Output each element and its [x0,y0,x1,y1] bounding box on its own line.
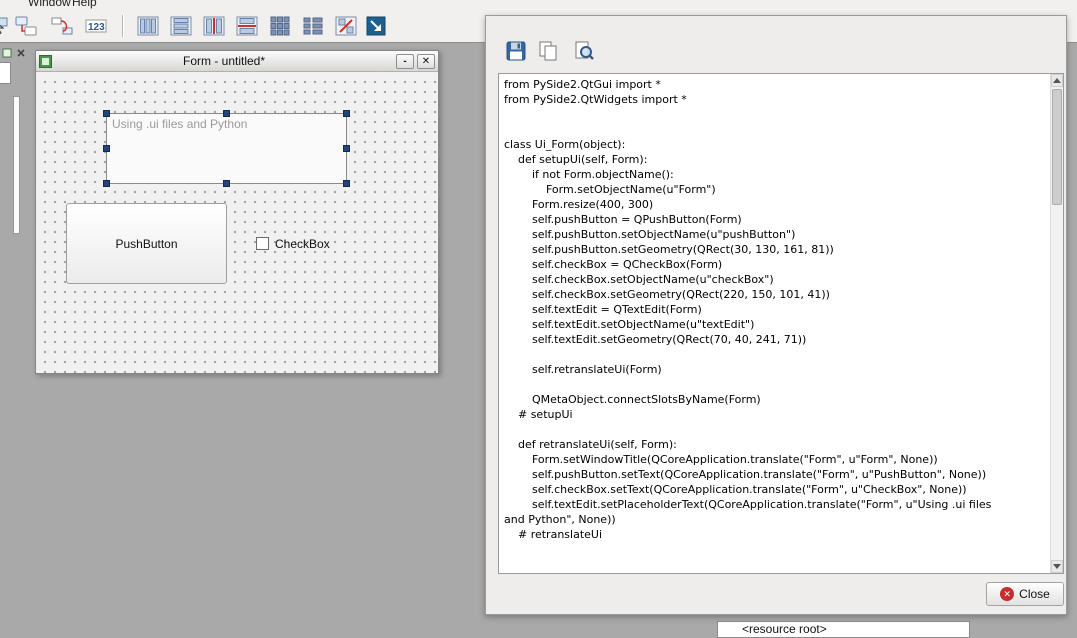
adjust-size-button[interactable] [362,12,390,40]
layout-horizontal-splitter-button[interactable] [200,12,228,40]
triangle-up-icon [1053,78,1061,83]
edit-widgets-button[interactable] [0,12,12,40]
selection-handle-w[interactable] [103,145,110,152]
break-layout-icon [335,15,357,37]
selection-handle-nw[interactable] [103,110,110,117]
menubar: Window Help [0,0,1077,10]
break-layout-button[interactable] [332,12,360,40]
checkbox-label: CheckBox [275,237,330,251]
edit-buddies-icon [51,15,73,37]
close-button[interactable]: ✕ Close [986,582,1064,606]
scrollbar-thumb[interactable] [1052,89,1062,205]
save-button[interactable] [502,37,529,64]
adjust-size-icon [365,15,387,37]
form-canvas[interactable]: Using .ui files and Python PushButton Ch… [36,73,438,373]
layout-horizontal-button[interactable] [134,12,162,40]
layout-horizontal-icon [137,15,159,37]
widget-box-fragment [0,62,11,84]
form-window-icon [39,55,52,68]
code-editor[interactable]: from PySide2.QtGui import * from PySide2… [498,73,1064,574]
layout-vertical-splitter-icon [236,15,258,37]
menu-item-help[interactable]: Help [72,0,97,9]
textedit-widget[interactable]: Using .ui files and Python [106,113,347,184]
save-icon [505,40,527,62]
selection-handle-n[interactable] [223,110,230,117]
edit-buddies-button[interactable] [48,12,76,40]
toolbar-separator [122,15,123,37]
qt-designer-window: Window Help 1 [0,0,1077,638]
layout-grid-icon [269,15,291,37]
selection-handle-e[interactable] [343,145,350,152]
menu-item-window[interactable]: Window [28,0,71,9]
edit-widgets-icon [0,15,9,37]
pushbutton-widget[interactable]: PushButton [66,203,227,284]
svg-text:123: 123 [88,22,105,33]
selection-handle-ne[interactable] [343,110,350,117]
float-icon [2,48,12,58]
copy-button[interactable] [534,37,561,64]
copy-icon [537,40,559,62]
layout-vertical-icon [170,15,192,37]
form-close-button[interactable]: ✕ [417,54,435,69]
code-text: from PySide2.QtGui import * from PySide2… [499,74,1049,573]
close-circle-icon: ✕ [1000,587,1014,601]
edit-signals-slots-icon [15,15,37,37]
close-button-label: Close [1019,587,1050,601]
layout-vertical-splitter-button[interactable] [233,12,261,40]
textedit-placeholder: Using .ui files and Python [107,114,346,134]
layout-form-button[interactable] [299,12,327,40]
layout-form-icon [302,15,324,37]
form-titlebar[interactable]: Form - untitled* - ✕ [36,51,438,72]
resource-browser-fragment: <resource root> [717,621,970,638]
edit-signals-slots-button[interactable] [12,12,40,40]
find-icon [573,40,595,62]
view-code-dialog: from PySide2.QtGui import * from PySide2… [485,15,1067,615]
selection-handle-sw[interactable] [103,180,110,187]
form-window-title: Form - untitled* [55,54,393,68]
checkbox-indicator[interactable] [256,237,269,250]
layout-grid-button[interactable] [266,12,294,40]
dock-float-button[interactable] [1,47,13,59]
dock-close-button[interactable] [15,47,27,59]
close-icon [16,48,26,58]
code-vertical-scrollbar[interactable] [1050,74,1063,573]
form-minimize-button[interactable]: - [396,54,414,69]
resource-root-item[interactable]: <resource root> [742,622,827,636]
scroll-down-button[interactable] [1051,560,1063,573]
form-window: Form - untitled* - ✕ Using .ui files and… [35,50,439,374]
selection-handle-s[interactable] [223,180,230,187]
scroll-up-button[interactable] [1051,74,1063,87]
triangle-down-icon [1053,564,1061,569]
layout-vertical-button[interactable] [167,12,195,40]
edit-tab-order-icon: 123 [85,15,107,37]
checkbox-widget[interactable]: CheckBox [256,223,357,264]
layout-horizontal-splitter-icon [203,15,225,37]
selection-handle-se[interactable] [343,180,350,187]
find-button[interactable] [570,37,597,64]
widget-box-scrollbar-fragment[interactable] [13,96,20,234]
edit-tab-order-button[interactable]: 123 [82,12,110,40]
